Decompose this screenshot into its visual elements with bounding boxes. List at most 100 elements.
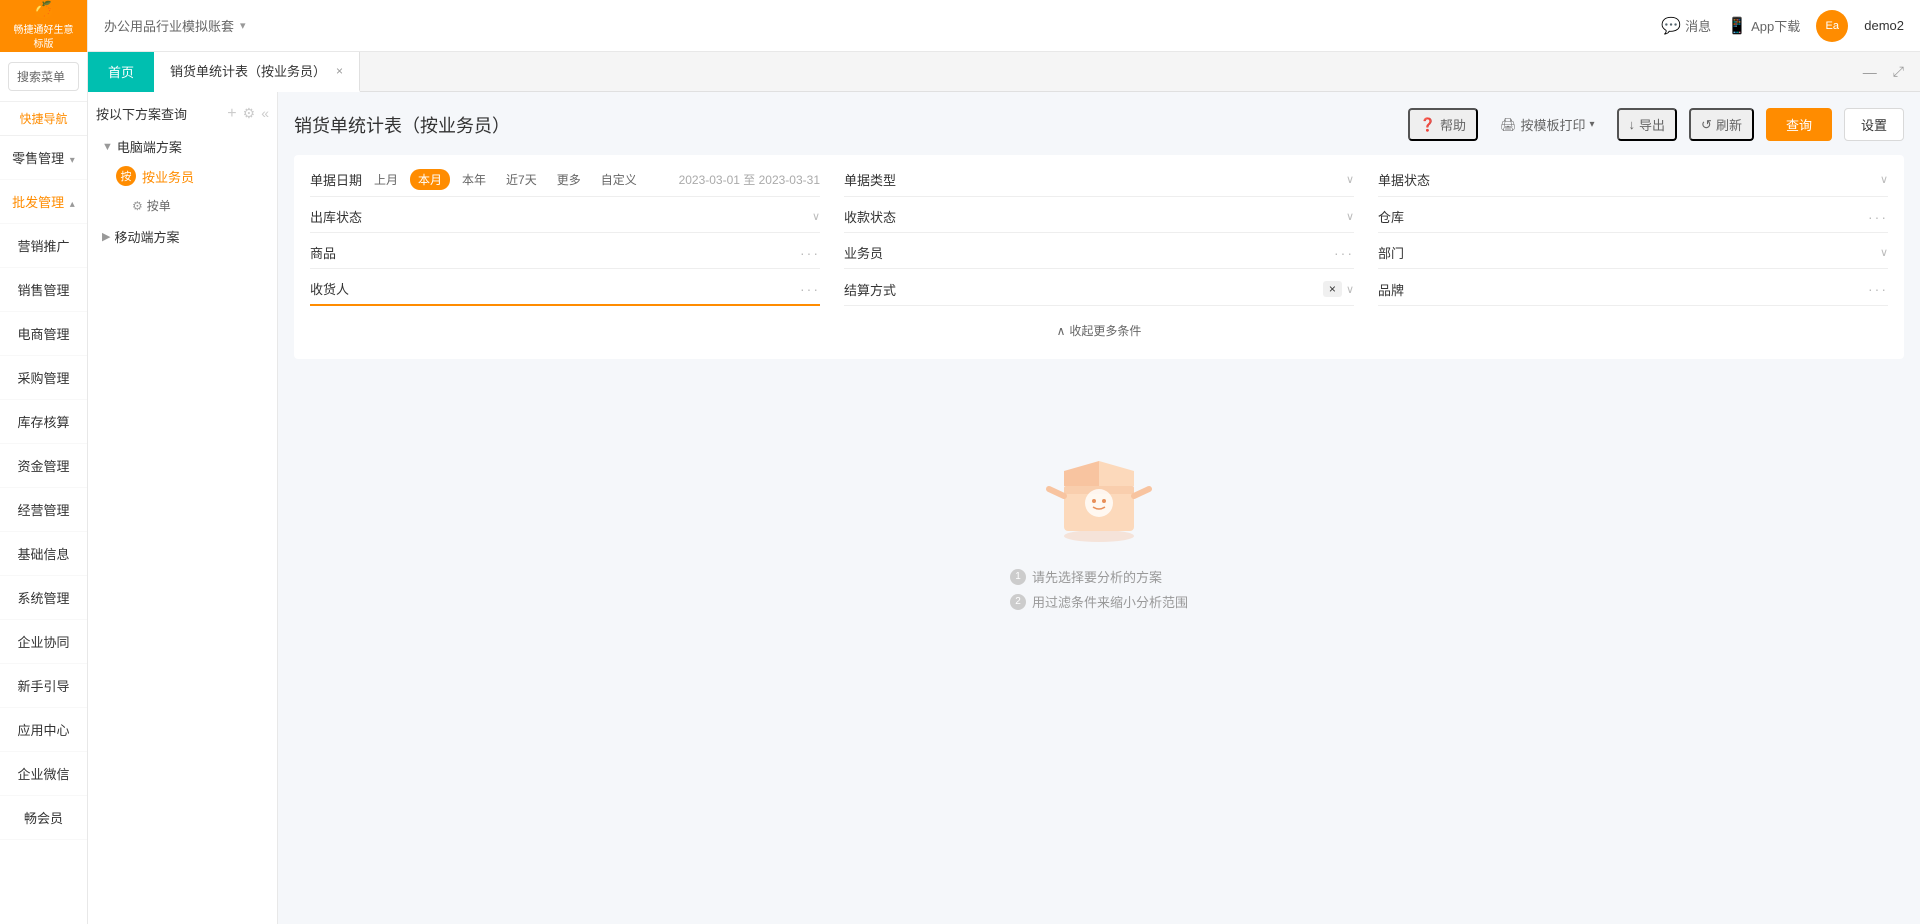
mobile-scheme-label: 移动端方案 [114,227,179,246]
tab-expand-icon[interactable]: ⤢ [1889,63,1908,80]
filter-settle-cell: 结算方式 × ∨ [844,279,1354,306]
sidebar-item-retail[interactable]: 零售管理 ▾ [0,136,87,180]
sub-scheme-label: 按单 [147,197,171,214]
brand-input[interactable]: ··· [1434,281,1888,297]
sidebar-item-sales[interactable]: 销售管理 [0,268,87,312]
sidebar-item-wechat[interactable]: 企业微信 [0,752,87,796]
filter-goods-cell: 商品 ··· [310,243,820,269]
sidebar-item-finance[interactable]: 资金管理 [0,444,87,488]
sidebar-item-marketing[interactable]: 营销推广 [0,224,87,268]
doctype-input[interactable]: ∨ [900,173,1354,186]
collapse-button[interactable]: ∧ 收起更多条件 [310,316,1888,345]
refresh-button[interactable]: ↺ 刷新 [1689,108,1754,141]
settle-input[interactable]: × ∨ [900,281,1354,297]
tab-expand-area: — ⤢ [1847,63,1920,80]
sidebar-item-marketing-label: 营销推广 [17,239,69,254]
scheme-sub-item-by-order[interactable]: ⚙ 按单 [96,192,269,219]
main-area: 办公用品行业模拟账套 ▾ 💬 消息 📱 App下载 Ea demo2 首页 销货… [88,0,1920,924]
quick-nav-area: 快捷导航 [0,102,87,136]
dept-input[interactable]: ∨ [1434,246,1888,259]
docstatus-input[interactable]: ∨ [1434,173,1888,186]
receiver-input[interactable]: ··· [366,281,820,297]
sidebar-item-inventory[interactable]: 库存核算 [0,400,87,444]
mobile-scheme-arrow: ▶ [102,230,110,243]
sidebar-item-ecommerce[interactable]: 电商管理 [0,312,87,356]
tab-minimize-icon[interactable]: — [1859,64,1881,80]
sidebar-item-sales-label: 销售管理 [17,283,69,298]
topbar-title-dropdown-icon[interactable]: ▾ [240,19,246,32]
filter-area: 单据日期 上月 本月 本年 近7天 更多 自定义 2023-03-01 至 20… [294,155,1904,359]
sidebar-item-wholesale-arrow: ▴ [70,199,75,210]
sidebar-item-purchase[interactable]: 采购管理 [0,356,87,400]
refresh-label: 刷新 [1716,115,1742,134]
print-button[interactable]: 🖨 按模板打印 ▾ [1490,110,1605,139]
date-shortcut-this-year[interactable]: 本年 [454,169,494,190]
right-panel: 销货单统计表（按业务员） ❓ 帮助 🖨 按模板打印 ▾ ↓ 导出 [278,92,1920,924]
date-shortcut-custom[interactable]: 自定义 [593,169,645,190]
sidebar-item-finance-label: 资金管理 [17,459,69,474]
sidebar-item-ops[interactable]: 经营管理 [0,488,87,532]
date-shortcuts-area: 上月 本月 本年 近7天 更多 自定义 [366,169,675,190]
filter-outstatus-cell: 出库状态 ∨ [310,207,820,233]
desktop-scheme-arrow: ▼ [102,141,113,153]
print-icon: 🖨 [1500,117,1517,133]
recvstatus-input[interactable]: ∨ [900,210,1354,223]
export-button[interactable]: ↓ 导出 [1617,108,1678,141]
search-menu-button[interactable]: 搜索菜单 [8,62,79,91]
sidebar-item-wholesale[interactable]: 批发管理 ▴ [0,180,87,224]
page-actions: ❓ 帮助 🖨 按模板打印 ▾ ↓ 导出 ↺ 刷新 [1408,108,1904,141]
quick-nav-link[interactable]: 快捷导航 [19,112,67,126]
staff-input[interactable]: ··· [900,245,1354,261]
help-button[interactable]: ❓ 帮助 [1408,108,1478,141]
sidebar-item-system[interactable]: 系统管理 [0,576,87,620]
recvstatus-arrow-icon: ∨ [1346,210,1354,223]
receiver-text-input[interactable] [366,281,800,296]
content-area: 按以下方案查询 + ⚙ « ▼ 电脑端方案 按 按业务员 ⚙ 按 [88,92,1920,924]
step-2-num: 2 [1010,594,1026,610]
left-panel: 按以下方案查询 + ⚙ « ▼ 电脑端方案 按 按业务员 ⚙ 按 [88,92,278,924]
mobile-scheme-item[interactable]: ▶ 移动端方案 [96,223,269,250]
message-button[interactable]: 💬 消息 [1661,16,1711,36]
date-shortcut-more[interactable]: 更多 [549,169,589,190]
goods-input[interactable]: ··· [366,245,820,261]
settings-scheme-icon[interactable]: ⚙ [243,105,256,123]
collapse-scheme-icon[interactable]: « [261,105,269,123]
recvstatus-label: 收款状态 [844,207,900,226]
tab-home[interactable]: 首页 [88,52,154,92]
settle-clear-tag[interactable]: × [1323,281,1342,297]
add-scheme-icon[interactable]: + [227,105,236,123]
settle-label: 结算方式 [844,280,900,299]
date-shortcut-7days[interactable]: 近7天 [498,169,545,190]
date-shortcut-this-month[interactable]: 本月 [410,169,450,190]
outstatus-label: 出库状态 [310,207,366,226]
desktop-scheme-label: 电脑端方案 [117,137,182,156]
settings-button[interactable]: 设置 [1844,108,1904,141]
sidebar-item-guide[interactable]: 新手引导 [0,664,87,708]
query-button[interactable]: 查询 [1766,108,1832,141]
app-download-button[interactable]: 📱 App下载 [1727,16,1800,36]
outstatus-input[interactable]: ∨ [366,210,820,223]
step-1-num: 1 [1010,569,1026,585]
sidebar-item-basic[interactable]: 基础信息 [0,532,87,576]
sidebar-item-appstore[interactable]: 应用中心 [0,708,87,752]
desktop-scheme-title[interactable]: ▼ 电脑端方案 [96,133,269,160]
sidebar-item-member[interactable]: 畅会员 [0,796,87,840]
date-shortcut-last-month[interactable]: 上月 [366,169,406,190]
sidebar-menu: 零售管理 ▾ 批发管理 ▴ 营销推广 销售管理 电商管理 采购管理 库存核算 资… [0,136,87,924]
warehouse-input[interactable]: ··· [1434,209,1888,225]
page-title-bar: 销货单统计表（按业务员） ❓ 帮助 🖨 按模板打印 ▾ ↓ 导出 [294,108,1904,141]
left-panel-actions: + ⚙ « [227,105,269,123]
tab-close-button[interactable]: × [336,64,343,78]
topbar-right: 💬 消息 📱 App下载 Ea demo2 [1661,10,1904,42]
sidebar-item-guide-label: 新手引导 [17,679,69,694]
export-icon: ↓ [1629,117,1636,132]
sidebar-item-basic-label: 基础信息 [17,547,69,562]
date-label: 单据日期 [310,170,366,189]
scheme-item-by-staff[interactable]: 按 按业务员 [96,160,269,192]
sidebar-item-collab[interactable]: 企业协同 [0,620,87,664]
user-avatar[interactable]: Ea [1816,10,1848,42]
user-name[interactable]: demo2 [1864,18,1904,33]
docstatus-label: 单据状态 [1378,170,1434,189]
tab-active[interactable]: 销货单统计表（按业务员） × [154,52,360,92]
doctype-arrow-icon: ∨ [1346,173,1354,186]
